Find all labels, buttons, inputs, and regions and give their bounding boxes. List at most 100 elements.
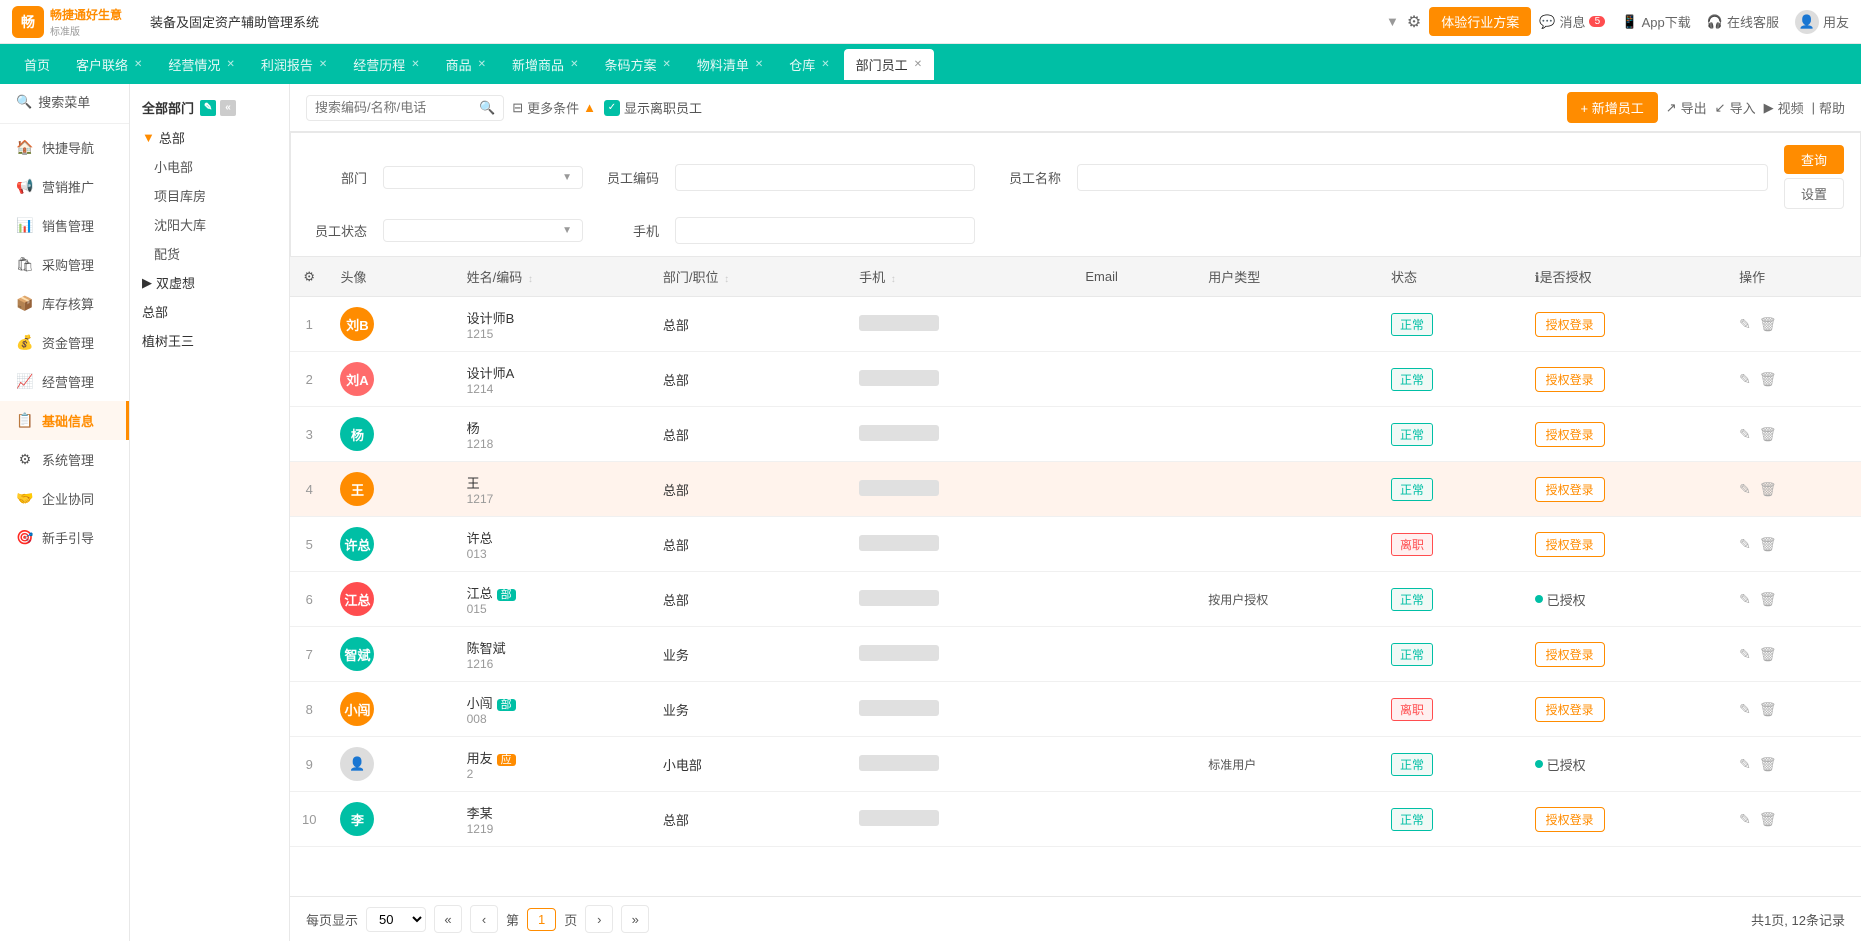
sidebar-item-guide[interactable]: 🎯 新手引导	[0, 518, 129, 557]
tab-close-business[interactable]: ✕	[226, 59, 234, 70]
delete-icon[interactable]: 🗑	[1759, 481, 1777, 498]
sidebar-item-biz-mgmt[interactable]: 📈 经营管理	[0, 362, 129, 401]
import-button[interactable]: ↙ 导入	[1715, 98, 1756, 117]
more-filter-button[interactable]: ⊟ 更多条件 ▲	[512, 98, 596, 117]
user-button[interactable]: 👤 用友	[1795, 10, 1849, 34]
tab-warehouse[interactable]: 仓库 ✕	[777, 49, 841, 80]
col-dept-role[interactable]: 部门/职位 ↕	[651, 257, 847, 297]
sidebar-item-system[interactable]: ⚙ 系统管理	[0, 440, 129, 479]
sidebar-item-inventory[interactable]: 📦 库存核算	[0, 284, 129, 323]
experience-button[interactable]: 体验行业方案	[1429, 7, 1531, 36]
tab-employees[interactable]: 部门员工 ✕	[844, 49, 934, 80]
edit-icon[interactable]: ✎	[1739, 481, 1751, 498]
sidebar-item-purchase[interactable]: 🛍 采购管理	[0, 245, 129, 284]
auth-button[interactable]: 授权登录	[1535, 697, 1605, 722]
dept-collapse-icon[interactable]: «	[220, 100, 236, 116]
delete-icon[interactable]: 🗑	[1759, 371, 1777, 388]
tab-close-journey[interactable]: ✕	[411, 59, 419, 70]
auth-button[interactable]: 授权登录	[1535, 642, 1605, 667]
dept-item-shenyang[interactable]: 沈阳大库	[130, 210, 289, 239]
show-resigned-toggle[interactable]: ✓ 显示离职员工	[604, 98, 702, 117]
edit-icon[interactable]: ✎	[1739, 701, 1751, 718]
tab-close-profit[interactable]: ✕	[319, 59, 327, 70]
sidebar-item-basic-info[interactable]: 📋 基础信息	[0, 401, 129, 440]
sidebar-item-finance[interactable]: 💰 资金管理	[0, 323, 129, 362]
delete-icon[interactable]: 🗑	[1759, 701, 1777, 718]
tab-goods[interactable]: 商品 ✕	[434, 49, 498, 80]
export-button[interactable]: ↗ 导出	[1666, 98, 1707, 117]
tab-bom[interactable]: 物料清单 ✕	[685, 49, 775, 80]
auth-button[interactable]: 授权登录	[1535, 477, 1605, 502]
delete-icon[interactable]: 🗑	[1759, 591, 1777, 608]
help-button[interactable]: | 帮助	[1812, 98, 1845, 117]
edit-icon[interactable]: ✎	[1739, 316, 1751, 333]
tab-close-bom[interactable]: ✕	[755, 59, 763, 70]
search-menu[interactable]: 🔍 搜索菜单	[0, 84, 129, 119]
next-page-button[interactable]: ›	[585, 905, 613, 933]
phone-input[interactable]	[675, 217, 975, 244]
settings-icon[interactable]: ⚙	[1407, 12, 1421, 32]
last-page-button[interactable]: »	[621, 905, 649, 933]
edit-icon[interactable]: ✎	[1739, 646, 1751, 663]
emp-code-input[interactable]	[675, 164, 975, 191]
auth-button[interactable]: 授权登录	[1535, 807, 1605, 832]
search-box[interactable]: 🔍	[306, 95, 504, 121]
tab-close-warehouse[interactable]: ✕	[821, 59, 829, 70]
add-employee-button[interactable]: + 新增员工	[1567, 92, 1658, 123]
tab-close-goods[interactable]: ✕	[478, 59, 486, 70]
edit-icon[interactable]: ✎	[1739, 811, 1751, 828]
delete-icon[interactable]: 🗑	[1759, 316, 1777, 333]
tab-barcode[interactable]: 条码方案 ✕	[592, 49, 682, 80]
dept-filter-select[interactable]: ▼	[383, 166, 583, 189]
reset-button[interactable]: 设置	[1784, 178, 1844, 209]
tab-journey[interactable]: 经营历程 ✕	[341, 49, 431, 80]
tab-home[interactable]: 首页	[12, 49, 62, 80]
delete-icon[interactable]: 🗑	[1759, 426, 1777, 443]
current-page[interactable]: 1	[527, 908, 556, 931]
edit-icon[interactable]: ✎	[1739, 756, 1751, 773]
query-button[interactable]: 查询	[1784, 145, 1844, 174]
per-page-select[interactable]: 50 100 200	[366, 907, 426, 932]
emp-name-input[interactable]	[1077, 164, 1768, 191]
dept-group-zongbu[interactable]: ▼ 总部 小电部 项目库房 沈阳大库 配货	[130, 123, 289, 268]
dept-edit-icon[interactable]: ✎	[200, 100, 216, 116]
delete-icon[interactable]: 🗑	[1759, 811, 1777, 828]
delete-icon[interactable]: 🗑	[1759, 756, 1777, 773]
tab-close-employees[interactable]: ✕	[914, 59, 922, 70]
auth-button[interactable]: 授权登录	[1535, 312, 1605, 337]
app-download-button[interactable]: 📱 App下载	[1621, 12, 1690, 31]
tab-customer[interactable]: 客户联络 ✕	[64, 49, 154, 80]
tab-close-barcode[interactable]: ✕	[662, 59, 670, 70]
search-input[interactable]	[315, 100, 475, 115]
dropdown-arrow-icon[interactable]: ▼	[1386, 14, 1399, 29]
dept-item-zongbu2[interactable]: 总部	[130, 297, 289, 326]
edit-icon[interactable]: ✎	[1739, 426, 1751, 443]
delete-icon[interactable]: 🗑	[1759, 536, 1777, 553]
dept-item-project[interactable]: 项目库房	[130, 181, 289, 210]
tab-new-goods[interactable]: 新增商品 ✕	[500, 49, 590, 80]
auth-button[interactable]: 授权登录	[1535, 367, 1605, 392]
col-settings[interactable]: ⚙	[290, 257, 328, 297]
col-name-code[interactable]: 姓名/编码 ↕	[455, 257, 651, 297]
dept-item-xiaodian[interactable]: 小电部	[130, 152, 289, 181]
tab-close-customer[interactable]: ✕	[134, 59, 142, 70]
online-service-button[interactable]: 🎧 在线客服	[1707, 12, 1779, 31]
tab-close-new-goods[interactable]: ✕	[570, 59, 578, 70]
sidebar-item-marketing[interactable]: 📢 营销推广	[0, 167, 129, 206]
emp-status-select[interactable]: ▼	[383, 219, 583, 242]
message-button[interactable]: 💬 消息 5	[1539, 12, 1605, 31]
tab-business[interactable]: 经营情况 ✕	[156, 49, 246, 80]
search-submit-icon[interactable]: 🔍	[479, 100, 495, 116]
edit-icon[interactable]: ✎	[1739, 536, 1751, 553]
view-button[interactable]: ▶ 视频	[1764, 98, 1804, 117]
tab-profit[interactable]: 利润报告 ✕	[249, 49, 339, 80]
sidebar-item-sales[interactable]: 📊 销售管理	[0, 206, 129, 245]
dept-group-shuangxu[interactable]: ▶ 双虚想	[130, 268, 289, 297]
dept-item-peihuo[interactable]: 配货	[130, 239, 289, 268]
first-page-button[interactable]: «	[434, 905, 462, 933]
prev-page-button[interactable]: ‹	[470, 905, 498, 933]
auth-button[interactable]: 授权登录	[1535, 532, 1605, 557]
show-resigned-checkbox[interactable]: ✓	[604, 100, 620, 116]
dept-item-zhishu[interactable]: 植树王三	[130, 326, 289, 355]
edit-icon[interactable]: ✎	[1739, 371, 1751, 388]
